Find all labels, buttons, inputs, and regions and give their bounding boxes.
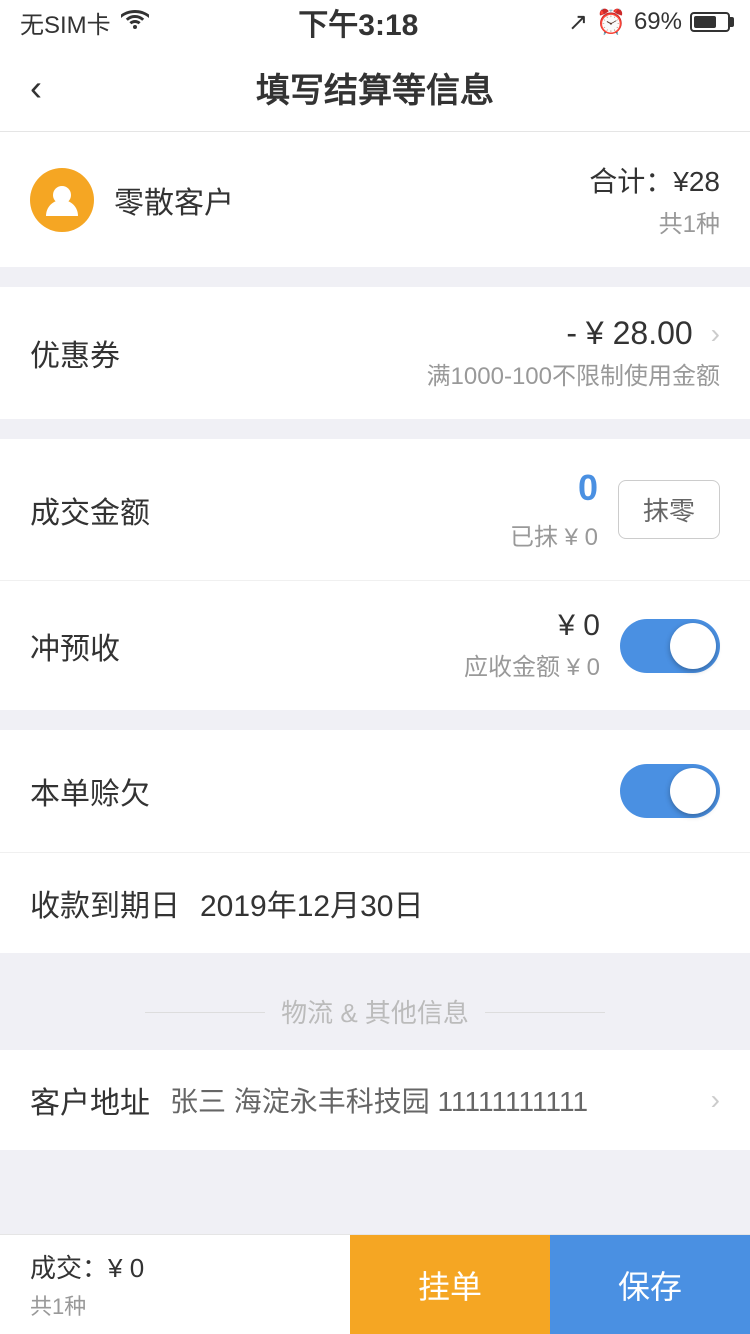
prepay-label: 冲预收 [30, 624, 120, 668]
wifi-icon [121, 8, 149, 36]
total-amount: 合计：¥28 [589, 160, 720, 200]
prepay-right: ¥ 0 应收金额 ¥ 0 [464, 609, 720, 682]
save-button[interactable]: 保存 [550, 1235, 750, 1334]
coupon-value: - ¥ 28.00 [566, 315, 692, 352]
nav-bar: ‹ 填写结算等信息 [0, 44, 750, 132]
debt-toggle[interactable] [620, 764, 720, 818]
logistics-title-row: 物流 & 其他信息 [0, 973, 750, 1050]
transaction-row: 成交金额 0 已抹 ¥ 0 抹零 [0, 439, 750, 580]
round-button[interactable]: 抹零 [618, 480, 720, 539]
bottom-count: 共1种 [30, 1289, 320, 1321]
location-icon: ↗ [568, 8, 588, 37]
address-chevron-icon: › [711, 1084, 720, 1116]
status-time: 下午3:18 [298, 0, 418, 44]
bottom-transaction-label: 成交： [30, 1253, 108, 1283]
due-date-row: 收款到期日 2019年12月30日 [0, 852, 750, 953]
coupon-sub: 满1000-100不限制使用金额 [427, 356, 720, 391]
toggle-knob [670, 623, 716, 669]
address-left: 客户地址 张三 海淀永丰科技园 11111111111 [30, 1078, 588, 1122]
page-title: 填写结算等信息 [256, 63, 494, 112]
battery-percentage: 69% [634, 8, 682, 36]
address-value: 张三 海淀永丰科技园 11111111111 [170, 1080, 588, 1120]
debt-row: 本单赊欠 [0, 730, 750, 852]
prepay-amount: ¥ 0 [558, 609, 600, 643]
address-row[interactable]: 客户地址 张三 海淀永丰科技园 11111111111 › [0, 1050, 750, 1150]
alarm-icon: ⏰ [596, 8, 626, 37]
status-right: ↗ ⏰ 69% [568, 8, 730, 37]
content-area: 零散客户 合计：¥28 共1种 优惠券 - ¥ 28.00 › 满1000-10… [0, 132, 750, 1290]
customer-total: 合计：¥28 共1种 [589, 160, 720, 239]
transaction-right: 0 已抹 ¥ 0 抹零 [510, 467, 720, 552]
carrier-label: 无SIM卡 [20, 5, 111, 40]
prepay-sub: 应收金额 ¥ 0 [464, 647, 600, 682]
bottom-info: 成交：¥ 0 共1种 [0, 1235, 350, 1334]
customer-name: 零散客户 [114, 178, 234, 222]
customer-section: 零散客户 合计：¥28 共1种 [0, 132, 750, 267]
battery-icon [690, 12, 730, 32]
debt-label: 本单赊欠 [30, 769, 150, 813]
coupon-label: 优惠券 [30, 331, 120, 375]
bottom-bar: 成交：¥ 0 共1种 挂单 保存 [0, 1234, 750, 1334]
coupon-section: 优惠券 - ¥ 28.00 › 满1000-100不限制使用金额 [0, 287, 750, 419]
prepay-row: 冲预收 ¥ 0 应收金额 ¥ 0 [0, 580, 750, 710]
status-bar: 无SIM卡 下午3:18 ↗ ⏰ 69% [0, 0, 750, 44]
transaction-sub: 已抹 ¥ 0 [510, 517, 598, 552]
coupon-chevron-icon: › [711, 318, 720, 350]
customer-avatar [30, 168, 94, 232]
logistics-title: 物流 & 其他信息 [281, 993, 469, 1030]
transaction-amount[interactable]: 0 [578, 467, 598, 509]
coupon-row[interactable]: 优惠券 - ¥ 28.00 › 满1000-100不限制使用金额 [0, 287, 750, 419]
amount-input-area: 0 已抹 ¥ 0 [510, 467, 598, 552]
transaction-section: 成交金额 0 已抹 ¥ 0 抹零 冲预收 ¥ 0 应收金额 ¥ 0 [0, 439, 750, 710]
debt-section: 本单赊欠 收款到期日 2019年12月30日 [0, 730, 750, 953]
status-left: 无SIM卡 [20, 5, 149, 40]
prepay-values: ¥ 0 应收金额 ¥ 0 [464, 609, 600, 682]
bottom-transaction-value: ¥ 0 [108, 1253, 144, 1283]
debt-toggle-knob [670, 768, 716, 814]
total-count: 共1种 [589, 204, 720, 239]
address-label: 客户地址 [30, 1078, 150, 1122]
customer-row: 零散客户 合计：¥28 共1种 [0, 132, 750, 267]
customer-left: 零散客户 [30, 168, 234, 232]
coupon-value-row: - ¥ 28.00 › [566, 315, 720, 352]
prepay-toggle[interactable] [620, 619, 720, 673]
coupon-right: - ¥ 28.00 › 满1000-100不限制使用金额 [427, 315, 720, 391]
back-button[interactable]: ‹ [30, 67, 42, 109]
due-date-label: 收款到期日 [30, 881, 180, 925]
address-section: 客户地址 张三 海淀永丰科技园 11111111111 › [0, 1050, 750, 1150]
due-date-value[interactable]: 2019年12月30日 [200, 881, 423, 925]
transaction-label: 成交金额 [30, 488, 150, 532]
hold-button[interactable]: 挂单 [350, 1235, 550, 1334]
bottom-transaction: 成交：¥ 0 [30, 1248, 320, 1285]
